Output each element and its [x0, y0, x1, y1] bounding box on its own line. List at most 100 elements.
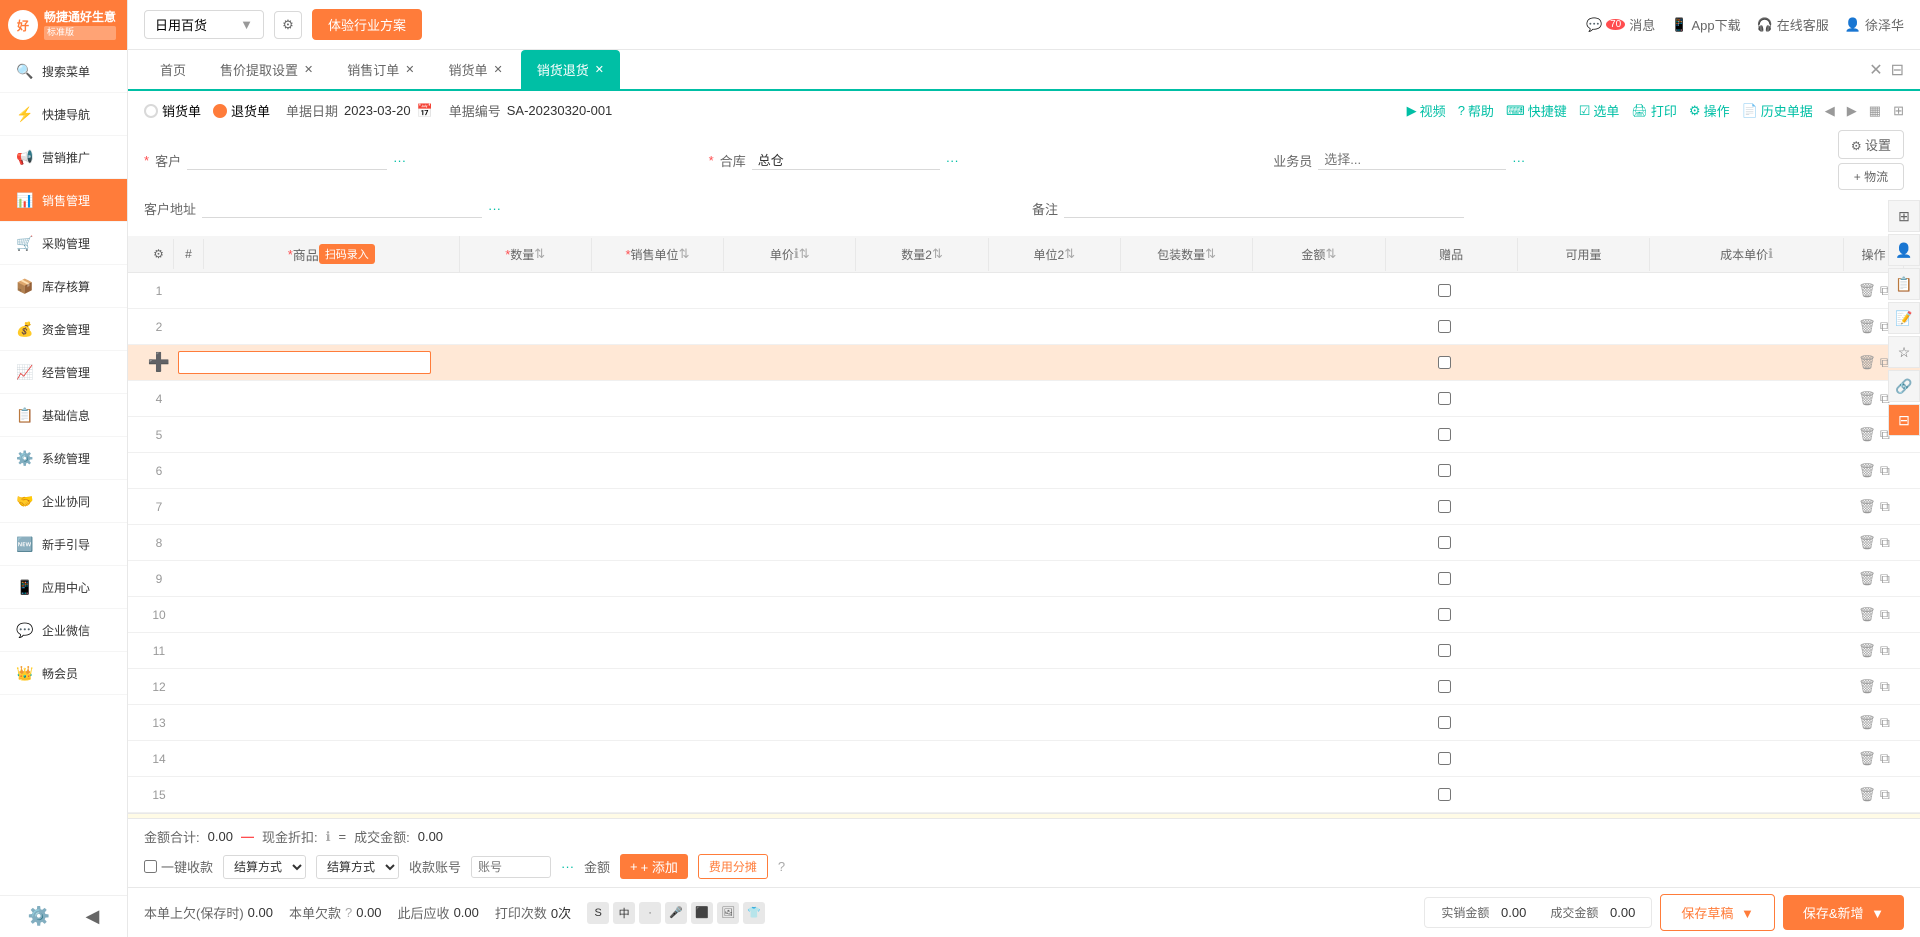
delete-row-2-icon[interactable]: 🗑	[1858, 318, 1876, 335]
delete-row-5-icon[interactable]: 🗑	[1858, 426, 1876, 443]
online-support-btn[interactable]: 🎧 在线客服	[1757, 15, 1829, 34]
shortcut-btn[interactable]: ⌨ 快捷键	[1506, 101, 1567, 120]
warehouse-input[interactable]	[752, 150, 940, 170]
doc-settings-btn[interactable]: ⚙ 设置	[1838, 130, 1904, 159]
amount-sort-icon[interactable]: ⇅	[1325, 246, 1336, 262]
address-input[interactable]	[202, 198, 482, 218]
copy-row-14-icon[interactable]: ⧉	[1880, 750, 1890, 767]
tab-sales-invoice[interactable]: 销货单 ✕	[432, 50, 518, 91]
tab-sales-order[interactable]: 销售订单 ✕	[331, 50, 430, 91]
sys-icon-7[interactable]: 👕	[743, 902, 765, 924]
gift-checkbox-13[interactable]	[1438, 716, 1451, 729]
close-sales-order-icon[interactable]: ✕	[405, 63, 414, 76]
sidebar-item-marketing[interactable]: 📢 营销推广	[0, 136, 127, 179]
sys-icon-3[interactable]: ·	[639, 902, 661, 924]
sys-icon-5[interactable]: ⬛	[691, 902, 713, 924]
account-input[interactable]	[471, 856, 551, 878]
staff-input[interactable]	[1318, 150, 1506, 170]
experience-btn[interactable]: 体验行业方案	[312, 9, 422, 40]
delete-row-13-icon[interactable]: 🗑	[1858, 714, 1876, 731]
float-icon-7[interactable]: ⊟	[1888, 404, 1920, 436]
radio-return[interactable]: 退货单	[213, 101, 270, 120]
delete-row-10-icon[interactable]: 🗑	[1858, 606, 1876, 623]
float-icon-3[interactable]: 📋	[1888, 268, 1920, 300]
copy-row-8-icon[interactable]: ⧉	[1880, 534, 1890, 551]
scan-input-btn[interactable]: 扫码录入	[319, 244, 375, 264]
qty2-sort-icon[interactable]: ⇅	[932, 246, 943, 262]
close-sales-return-icon[interactable]: ✕	[595, 63, 604, 76]
messages-btn[interactable]: 💬 70 消息	[1586, 15, 1655, 34]
save-draft-btn[interactable]: 保存草稿 ▼	[1660, 894, 1775, 931]
sidebar-item-apps[interactable]: 📱 应用中心	[0, 566, 127, 609]
category-select[interactable]: 日用百货 ▼	[144, 10, 264, 39]
delete-row-7-icon[interactable]: 🗑	[1858, 498, 1876, 515]
float-icon-6[interactable]: 🔗	[1888, 370, 1920, 402]
sidebar-item-shortcut[interactable]: ⚡ 快捷导航	[0, 93, 127, 136]
sidebar-item-sales[interactable]: 📊 销售管理	[0, 179, 127, 222]
add-payment-btn[interactable]: + + 添加	[620, 854, 688, 879]
sidebar-item-basic[interactable]: 📋 基础信息	[0, 394, 127, 437]
product-input-3[interactable]	[178, 351, 431, 374]
fee-split-btn[interactable]: 费用分摊	[698, 854, 768, 879]
gift-checkbox-5[interactable]	[1438, 428, 1451, 441]
copy-row-6-icon[interactable]: ⧉	[1880, 462, 1890, 479]
print-btn[interactable]: 🖨 打印	[1631, 101, 1677, 120]
save-new-btn[interactable]: 保存&新增 ▼	[1783, 895, 1904, 930]
price-sort-icon[interactable]: ⇅	[799, 246, 810, 262]
delete-row-3-icon[interactable]: 🗑	[1858, 354, 1876, 371]
copy-row-12-icon[interactable]: ⧉	[1880, 678, 1890, 695]
delete-row-11-icon[interactable]: 🗑	[1858, 642, 1876, 659]
account-picker-btn[interactable]: ···	[561, 859, 574, 874]
copy-row-11-icon[interactable]: ⧉	[1880, 642, 1890, 659]
note-input[interactable]	[1064, 198, 1464, 218]
unit-sort-icon[interactable]: ⇅	[679, 246, 690, 262]
nav-next-icon[interactable]: ▶	[1847, 103, 1857, 119]
gift-checkbox-2[interactable]	[1438, 320, 1451, 333]
float-icon-1[interactable]: ⊞	[1888, 200, 1920, 232]
tabs-menu-icon[interactable]: ⊟	[1891, 60, 1904, 80]
float-icon-4[interactable]: 📝	[1888, 302, 1920, 334]
gift-checkbox-14[interactable]	[1438, 752, 1451, 765]
sys-icon-4[interactable]: 🎤	[665, 902, 687, 924]
copy-row-7-icon[interactable]: ⧉	[1880, 498, 1890, 515]
gift-checkbox-1[interactable]	[1438, 284, 1451, 297]
calc-method-select[interactable]: 结算方式	[316, 855, 399, 879]
operation-btn[interactable]: ⚙ 操作	[1689, 101, 1730, 120]
delete-row-14-icon[interactable]: 🗑	[1858, 750, 1876, 767]
qty-sort-icon[interactable]: ⇅	[534, 246, 545, 262]
tab-sales-return[interactable]: 销货退货 ✕	[521, 50, 620, 91]
sys-icon-2[interactable]: 中	[613, 902, 635, 924]
staff-picker-btn[interactable]: ···	[1512, 153, 1525, 168]
tab-price-extract[interactable]: 售价提取设置 ✕	[204, 50, 329, 91]
close-price-extract-icon[interactable]: ✕	[304, 63, 313, 76]
view-grid-icon[interactable]: ⊞	[1893, 103, 1904, 119]
view-list-icon[interactable]: ▦	[1869, 103, 1881, 119]
address-picker-btn[interactable]: ···	[488, 201, 501, 216]
gift-checkbox-9[interactable]	[1438, 572, 1451, 585]
float-icon-5[interactable]: ☆	[1888, 336, 1920, 368]
gift-checkbox-8[interactable]	[1438, 536, 1451, 549]
unit2-sort-icon[interactable]: ⇅	[1064, 246, 1075, 262]
help-btn[interactable]: ? 帮助	[1458, 101, 1494, 120]
delete-row-12-icon[interactable]: 🗑	[1858, 678, 1876, 695]
customer-picker-btn[interactable]: ···	[393, 153, 406, 168]
sidebar-item-guide[interactable]: 🆕 新手引导	[0, 523, 127, 566]
delete-row-1-icon[interactable]: 🗑	[1858, 282, 1876, 299]
add-row-icon[interactable]: ➕	[144, 348, 174, 377]
radio-sale[interactable]: 销货单	[144, 101, 201, 120]
gift-checkbox-6[interactable]	[1438, 464, 1451, 477]
sidebar-item-inventory[interactable]: 📦 库存核算	[0, 265, 127, 308]
sidebar-item-system[interactable]: ⚙️ 系统管理	[0, 437, 127, 480]
delete-row-6-icon[interactable]: 🗑	[1858, 462, 1876, 479]
sidebar-item-operations[interactable]: 📈 经营管理	[0, 351, 127, 394]
pack-sort-icon[interactable]: ⇅	[1205, 246, 1216, 262]
warehouse-picker-btn[interactable]: ···	[946, 153, 959, 168]
settings-icon[interactable]: ⚙️	[28, 906, 50, 927]
gift-checkbox-7[interactable]	[1438, 500, 1451, 513]
gift-checkbox-3[interactable]	[1438, 356, 1451, 369]
sidebar-item-wechat[interactable]: 💬 企业微信	[0, 609, 127, 652]
close-sales-invoice-icon[interactable]: ✕	[494, 63, 503, 76]
sys-icon-1[interactable]: S	[587, 902, 609, 924]
history-btn[interactable]: 📄 历史单据	[1742, 101, 1813, 120]
close-all-tabs-icon[interactable]: ✕	[1869, 60, 1882, 80]
